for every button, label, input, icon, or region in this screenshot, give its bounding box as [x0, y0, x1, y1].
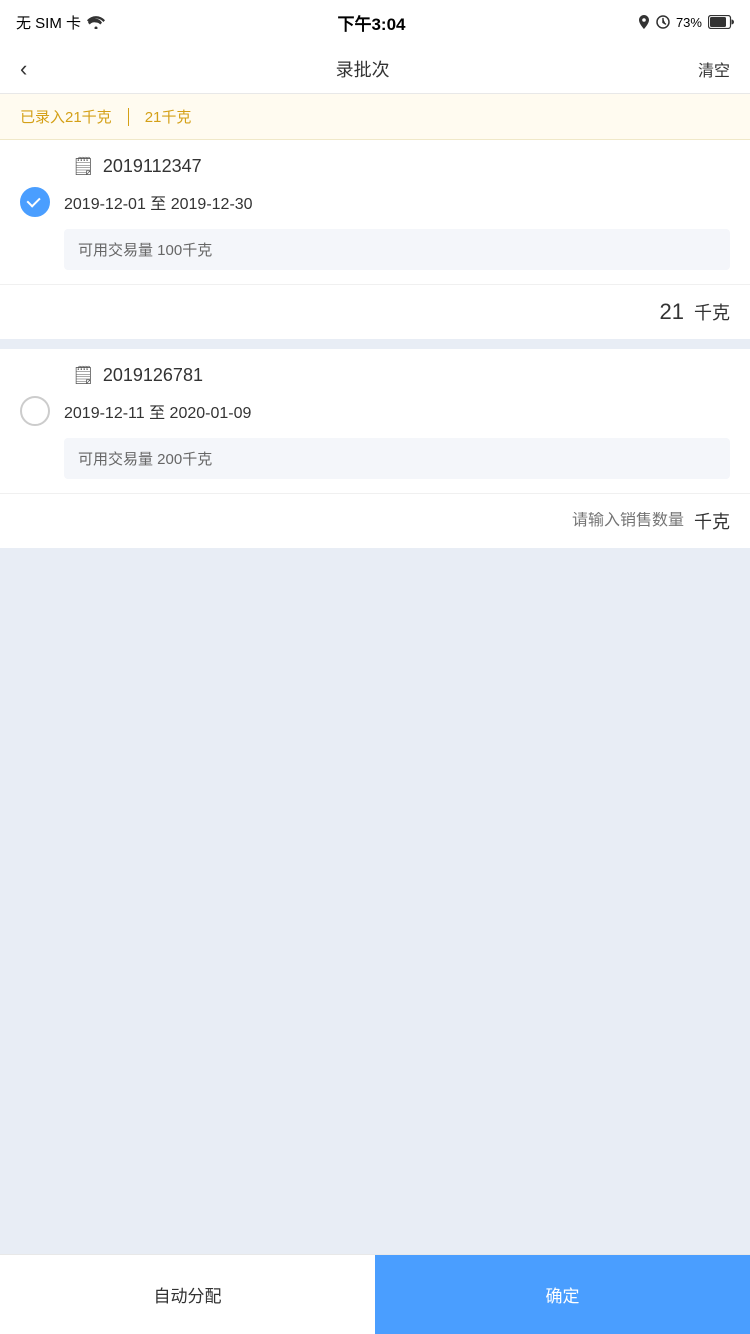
batch2-id: 2019126781 — [103, 365, 203, 386]
card-separator — [0, 339, 750, 349]
confirm-button[interactable]: 确定 — [375, 1255, 750, 1334]
batch2-quantity-input[interactable] — [504, 512, 684, 530]
nav-bar: ‹ 录批次 清空 — [0, 44, 750, 94]
batch1-quantity-value: 21 — [660, 299, 684, 325]
batch2-radio[interactable] — [20, 396, 50, 426]
amount-text: 21千克 — [145, 106, 192, 127]
batch1-date-row[interactable]: 2019-12-01 至 2019-12-30 — [20, 187, 730, 217]
batch1-available: 可用交易量 100千克 — [64, 229, 730, 270]
wifi-icon — [87, 15, 105, 29]
status-bar: 无 SIM 卡 下午3:04 73% — [0, 0, 750, 44]
batch2-id-row: 🗒 2019126781 — [20, 365, 730, 386]
recorded-text: 已录入21千克 — [20, 106, 112, 127]
clock-icon — [656, 15, 670, 29]
status-bar-time: 下午3:04 — [337, 10, 405, 35]
back-button[interactable]: ‹ — [20, 56, 27, 82]
info-banner: 已录入21千克 21千克 — [0, 94, 750, 140]
batch1-quantity-unit: 千克 — [694, 299, 730, 325]
status-bar-right: 73% — [638, 15, 734, 30]
bottom-bar: 自动分配 确定 — [0, 1254, 750, 1334]
battery-icon — [708, 15, 734, 29]
bottom-spacer — [0, 548, 750, 1254]
batch1-id-row: 🗒 2019112347 — [20, 156, 730, 177]
batch2-date: 2019-12-11 至 2020-01-09 — [64, 399, 251, 423]
batch2-quantity-unit: 千克 — [694, 508, 730, 534]
banner-divider — [128, 108, 129, 126]
carrier-text: 无 SIM 卡 — [16, 12, 81, 33]
page-title: 录批次 — [336, 56, 390, 82]
batch-card-1: 🗒 2019112347 2019-12-01 至 2019-12-30 可用交… — [0, 140, 750, 339]
battery-text: 73% — [676, 15, 702, 30]
batch-card-2: 🗒 2019126781 2019-12-11 至 2020-01-09 可用交… — [0, 349, 750, 548]
auto-distribute-button[interactable]: 自动分配 — [0, 1255, 375, 1334]
status-bar-left: 无 SIM 卡 — [16, 12, 105, 33]
clear-button[interactable]: 清空 — [698, 57, 730, 81]
batch1-date: 2019-12-01 至 2019-12-30 — [64, 190, 253, 214]
location-icon — [638, 15, 650, 29]
batch1-id: 2019112347 — [103, 156, 202, 177]
batch1-quantity-row: 21 千克 — [0, 284, 750, 339]
batch1-radio[interactable] — [20, 187, 50, 217]
batch2-date-row[interactable]: 2019-12-11 至 2020-01-09 — [20, 396, 730, 426]
batch1-doc-icon: 🗒 — [72, 156, 95, 177]
batch2-quantity-row: 千克 — [0, 493, 750, 548]
batch2-available: 可用交易量 200千克 — [64, 438, 730, 479]
batch2-doc-icon: 🗒 — [72, 365, 95, 386]
